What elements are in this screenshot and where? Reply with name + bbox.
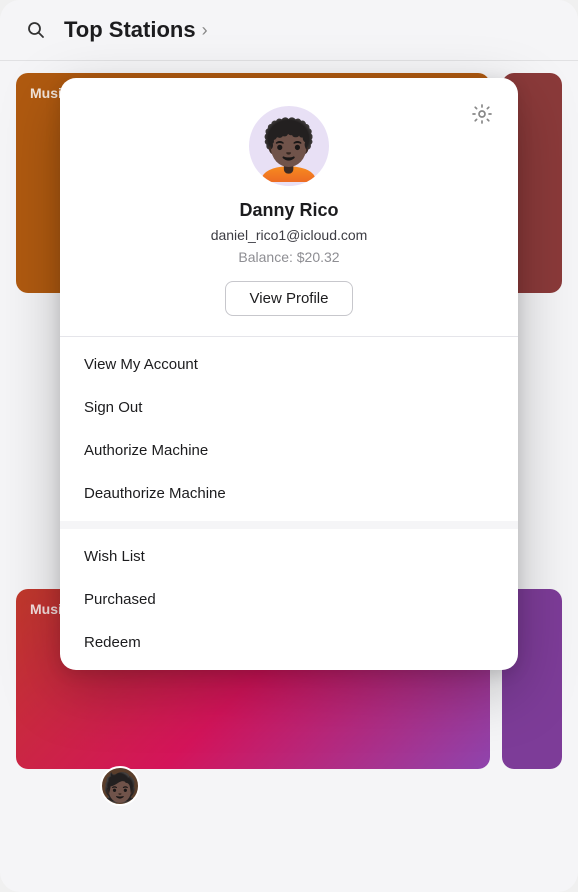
title-text: Top Stations — [64, 17, 196, 43]
menu-item-view-account[interactable]: View My Account — [60, 343, 518, 386]
menu-item-deauthorize[interactable]: Deauthorize Machine — [60, 472, 518, 515]
account-dropdown: 🧑🏿‍🦱 Danny Rico daniel_rico1@icloud.com … — [60, 78, 518, 670]
divider-2 — [60, 521, 518, 529]
avatar-small[interactable]: 🧑🏿 — [100, 766, 140, 806]
avatar-emoji: 🧑🏿‍🦱 — [253, 122, 325, 180]
menu-item-authorize[interactable]: Authorize Machine — [60, 429, 518, 472]
search-icon[interactable] — [20, 14, 52, 46]
menu-item-purchased[interactable]: Purchased — [60, 578, 518, 621]
profile-section: 🧑🏿‍🦱 Danny Rico daniel_rico1@icloud.com … — [60, 78, 518, 336]
view-profile-button[interactable]: View Profile — [225, 281, 354, 316]
user-name: Danny Rico — [239, 200, 338, 221]
menu-item-sign-out[interactable]: Sign Out — [60, 386, 518, 429]
page-title: Top Stations › — [64, 17, 208, 43]
menu-group-1: View My Account Sign Out Authorize Machi… — [60, 337, 518, 521]
settings-gear-button[interactable] — [466, 98, 498, 130]
app-header: Top Stations › — [0, 0, 578, 61]
menu-group-2: Wish List Purchased Redeem — [60, 529, 518, 670]
chevron-right-icon: › — [202, 20, 208, 41]
avatar-large: 🧑🏿‍🦱 — [249, 106, 329, 186]
user-balance: Balance: $20.32 — [238, 249, 339, 265]
menu-item-redeem[interactable]: Redeem — [60, 621, 518, 664]
user-email: daniel_rico1@icloud.com — [211, 227, 368, 243]
menu-item-wish-list[interactable]: Wish List — [60, 535, 518, 578]
